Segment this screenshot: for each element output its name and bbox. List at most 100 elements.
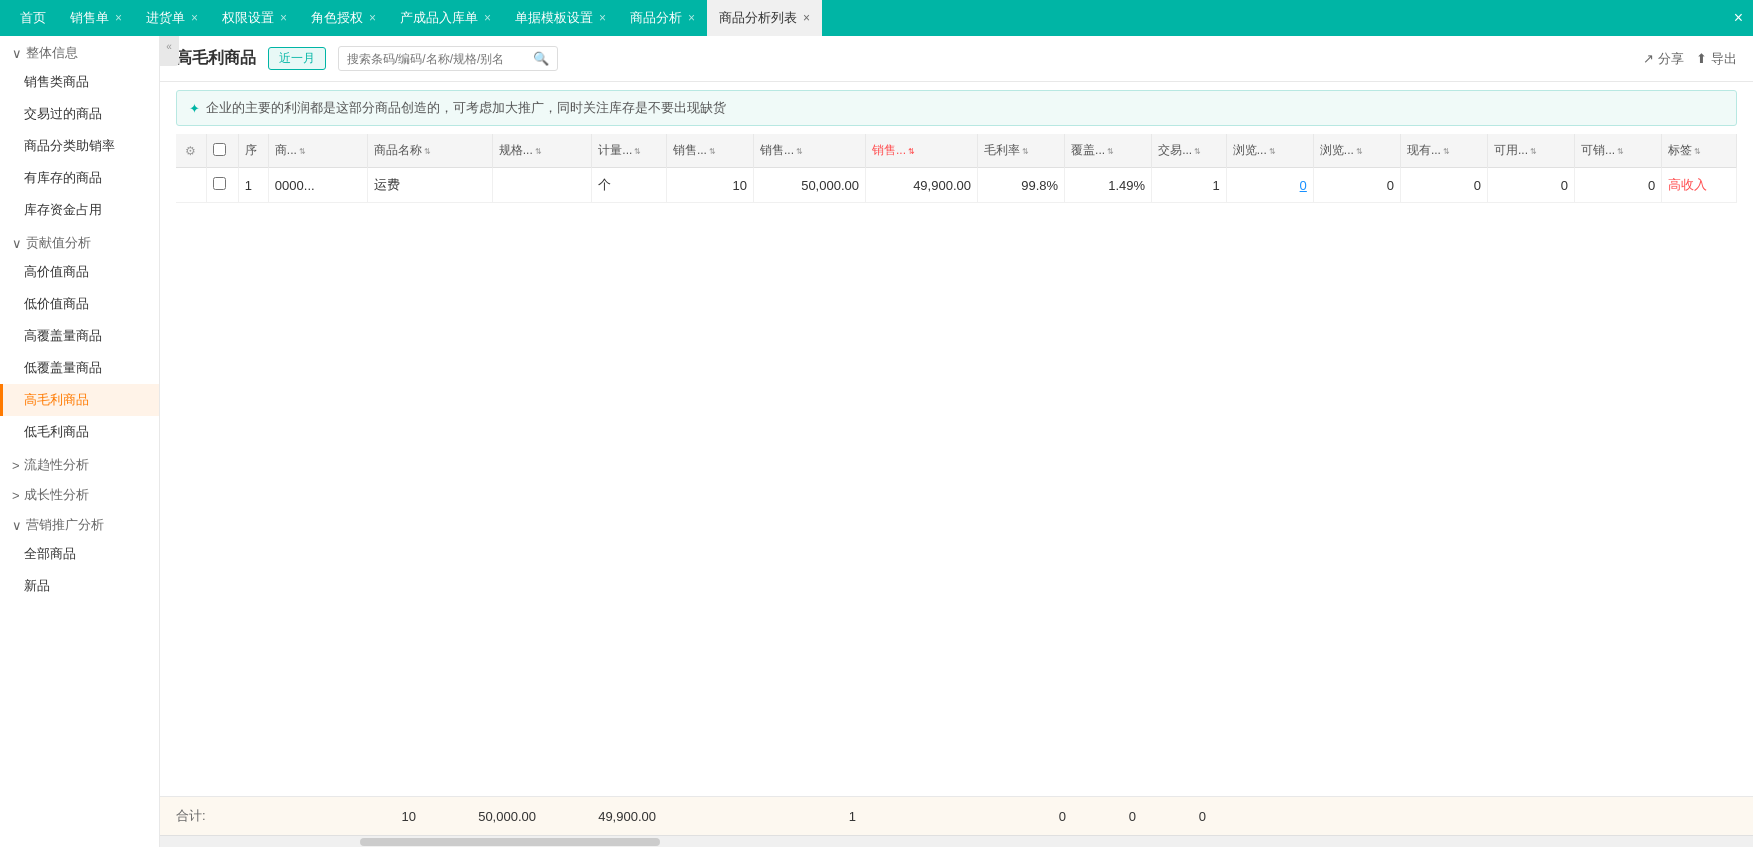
sidebar-collapse-button[interactable]: « xyxy=(160,36,179,66)
sidebar-group-arrow: ∨ xyxy=(12,236,22,251)
nav-close-icon[interactable]: × xyxy=(688,11,695,25)
checkbox-column-header xyxy=(206,134,238,168)
unit-column-header[interactable]: 计量...⇅ xyxy=(592,134,667,168)
period-button[interactable]: 近一月 xyxy=(268,47,326,70)
view2-column-header[interactable]: 浏览...⇅ xyxy=(1313,134,1400,168)
row-sale-cost: 49,900.00 xyxy=(866,168,978,203)
current-stock-column-header[interactable]: 现有...⇅ xyxy=(1400,134,1487,168)
coverage-column-header[interactable]: 覆盖...⇅ xyxy=(1065,134,1152,168)
data-table: ⚙ 序 商...⇅ 商品名称⇅ 规格...⇅ 计量...⇅ 销售...⇅ 销售.… xyxy=(176,134,1737,203)
gross-margin-column-header[interactable]: 毛利率⇅ xyxy=(977,134,1064,168)
sidebar-item-销售类商品[interactable]: 销售类商品 xyxy=(0,66,159,98)
sidebar-item-有库存的商品[interactable]: 有库存的商品 xyxy=(0,162,159,194)
export-button[interactable]: ⬆ 导出 xyxy=(1696,50,1737,68)
nav-close-icon[interactable]: × xyxy=(280,11,287,25)
sidebar-item-交易过的商品[interactable]: 交易过的商品 xyxy=(0,98,159,130)
sidebar-item-低价值商品[interactable]: 低价值商品 xyxy=(0,288,159,320)
row-checkbox[interactable] xyxy=(206,168,238,203)
sidebar: ∨ 整体信息销售类商品交易过的商品商品分类助销率有库存的商品库存资金占用∨贡献值分… xyxy=(0,36,160,847)
code-column-header[interactable]: 商...⇅ xyxy=(268,134,368,168)
sidebar-group-title: 整体信息 xyxy=(26,44,78,62)
sidebar-item-高覆盖量商品[interactable]: 高覆盖量商品 xyxy=(0,320,159,352)
footer-sale-cost: 49,900.00 xyxy=(556,809,676,824)
sale-amount-column-header[interactable]: 销售...⇅ xyxy=(754,134,866,168)
sidebar-item-低毛利商品[interactable]: 低毛利商品 xyxy=(0,416,159,448)
footer-empty1 xyxy=(676,809,746,824)
sidebar-item-商品分类助销率[interactable]: 商品分类助销率 xyxy=(0,130,159,162)
nav-close-icon[interactable]: × xyxy=(803,11,810,25)
sidebar-group-贡献值分析[interactable]: ∨贡献值分析 xyxy=(0,226,159,256)
nav-close-icon[interactable]: × xyxy=(599,11,606,25)
nav-close-icon[interactable]: × xyxy=(191,11,198,25)
row-code: 0000... xyxy=(268,168,368,203)
sidebar-group-arrow: ∨ xyxy=(12,518,22,533)
scrollbar-track[interactable] xyxy=(360,838,660,846)
row-sale-qty: 10 xyxy=(666,168,753,203)
nav-item-角色授权[interactable]: 角色授权× xyxy=(299,0,388,36)
nav-close-icon[interactable]: × xyxy=(115,11,122,25)
footer-current-stock: 0 xyxy=(1016,809,1086,824)
sidebar-group-title: 营销推广分析 xyxy=(26,516,104,534)
nav-item-权限设置[interactable]: 权限设置× xyxy=(210,0,299,36)
sidebar-group-营销推广分析[interactable]: ∨ 营销推广分析 xyxy=(0,508,159,538)
top-navigation: 首页销售单×进货单×权限设置×角色授权×产成品入库单×单据模板设置×商品分析×商… xyxy=(0,0,1753,36)
horizontal-scrollbar[interactable] xyxy=(160,835,1753,847)
sidebar-group-成长性分析[interactable]: >成长性分析 xyxy=(0,478,159,508)
row-current-stock: 0 xyxy=(1400,168,1487,203)
footer-trade: 1 xyxy=(816,809,876,824)
select-all-checkbox[interactable] xyxy=(213,143,226,156)
sidebar-item-全部商品[interactable]: 全部商品 xyxy=(0,538,159,570)
spec-column-header[interactable]: 规格...⇅ xyxy=(492,134,592,168)
sale-qty-column-header[interactable]: 销售...⇅ xyxy=(666,134,753,168)
sidebar-group-arrow: > xyxy=(12,458,20,473)
sale-cost-column-header[interactable]: 销售...⇅ xyxy=(866,134,978,168)
nav-item-进货单[interactable]: 进货单× xyxy=(134,0,210,36)
nav-item-首页[interactable]: 首页 xyxy=(8,0,58,36)
footer-total-bar: 合计: 10 50,000.00 49,900.00 1 0 0 0 xyxy=(160,796,1753,835)
tag-column-header[interactable]: 标签⇅ xyxy=(1662,134,1737,168)
sidebar-group-arrow: ∨ xyxy=(12,46,22,61)
available-column-header[interactable]: 可用...⇅ xyxy=(1488,134,1575,168)
table-header-row: ⚙ 序 商...⇅ 商品名称⇅ 规格...⇅ 计量...⇅ 销售...⇅ 销售.… xyxy=(176,134,1737,168)
footer-empty5: 0 xyxy=(1156,809,1226,824)
sidebar-item-高毛利商品[interactable]: 高毛利商品 xyxy=(0,384,159,416)
nav-item-商品分析列表[interactable]: 商品分析列表× xyxy=(707,0,822,36)
nav-close-icon[interactable]: × xyxy=(484,11,491,25)
nav-close-icon[interactable]: × xyxy=(369,11,376,25)
nav-item-产成品入库单[interactable]: 产成品入库单× xyxy=(388,0,503,36)
sidebar-group-title: 流趋性分析 xyxy=(24,456,89,474)
sidebar-group-arrow: > xyxy=(12,488,20,503)
settings-column-header[interactable]: ⚙ xyxy=(176,134,206,168)
row-select-checkbox[interactable] xyxy=(213,177,226,190)
sidebar-group-整体信息[interactable]: ∨ 整体信息 xyxy=(0,36,159,66)
sidebar-item-新品[interactable]: 新品 xyxy=(0,570,159,602)
share-button[interactable]: ↗ 分享 xyxy=(1643,50,1684,68)
alert-icon: ✦ xyxy=(189,101,200,116)
page-title: 高毛利商品 xyxy=(176,48,256,69)
table-container: ⚙ 序 商...⇅ 商品名称⇅ 规格...⇅ 计量...⇅ 销售...⇅ 销售.… xyxy=(176,134,1737,796)
trade-column-header[interactable]: 交易...⇅ xyxy=(1152,134,1227,168)
sidebar-item-低覆盖量商品[interactable]: 低覆盖量商品 xyxy=(0,352,159,384)
close-app-button[interactable]: × xyxy=(1734,9,1743,27)
row-gear[interactable] xyxy=(176,168,206,203)
footer-sale-qty: 10 xyxy=(376,809,436,824)
sidebar-group-流趋性分析[interactable]: > 流趋性分析 xyxy=(0,448,159,478)
nav-item-销售单[interactable]: 销售单× xyxy=(58,0,134,36)
row-coverage: 1.49% xyxy=(1065,168,1152,203)
search-icon[interactable]: 🔍 xyxy=(533,51,549,66)
footer-empty2 xyxy=(746,809,816,824)
footer-available: 0 xyxy=(1086,809,1156,824)
search-input[interactable] xyxy=(347,52,527,66)
sidebar-item-高价值商品[interactable]: 高价值商品 xyxy=(0,256,159,288)
name-column-header[interactable]: 商品名称⇅ xyxy=(368,134,492,168)
row-unit: 个 xyxy=(592,168,667,203)
nav-item-单据模板设置[interactable]: 单据模板设置× xyxy=(503,0,618,36)
view1-column-header[interactable]: 浏览...⇅ xyxy=(1226,134,1313,168)
footer-empty3 xyxy=(876,809,946,824)
sidebar-item-库存资金占用[interactable]: 库存资金占用 xyxy=(0,194,159,226)
row-view1[interactable]: 0 xyxy=(1226,168,1313,203)
header-actions: ↗ 分享 ⬆ 导出 xyxy=(1643,50,1737,68)
nav-item-商品分析[interactable]: 商品分析× xyxy=(618,0,707,36)
total-label: 合计: xyxy=(176,807,376,825)
saleable-column-header[interactable]: 可销...⇅ xyxy=(1575,134,1662,168)
